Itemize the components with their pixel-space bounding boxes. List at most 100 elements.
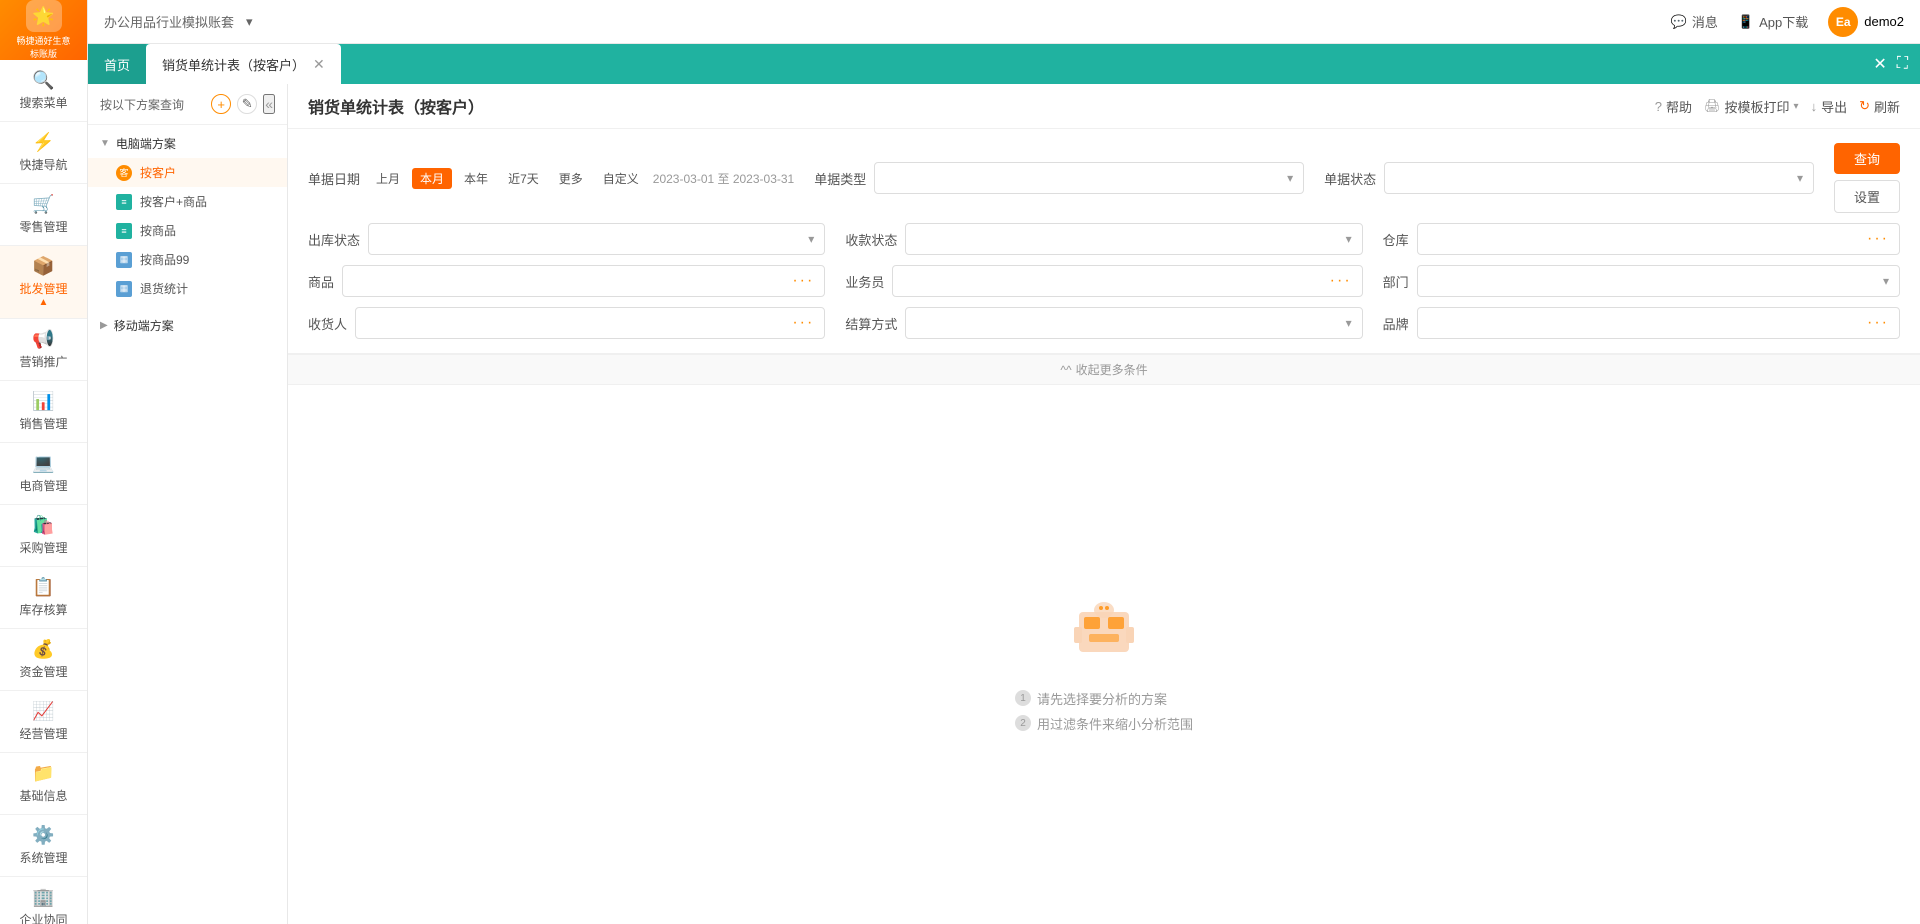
template-print-label: 按模板打印 [1725,97,1790,116]
collapse-text: 收起更多条件 [1076,361,1148,378]
help-btn[interactable]: ? 帮助 [1655,97,1692,116]
sidebar-item-search[interactable]: 🔍 搜索菜单 [0,60,88,122]
app-name: 畅捷通好生意 [16,34,70,47]
sidebar-item-base[interactable]: 📁 基础信息 [0,753,88,815]
scheme-item-by-customer[interactable]: 客 按客户 [88,158,287,187]
scheme-item-by-product-99[interactable]: ▦ 按商品99 [88,245,287,274]
brand-control[interactable]: ··· [1417,307,1900,339]
page-actions: ? 帮助 🖨 按模板打印 ▾ ↓ 导出 ↻ 刷新 [1655,97,1900,116]
out-status-field: 出库状态 ▾ [308,223,825,255]
scheme-item-by-product[interactable]: ≡ 按商品 [88,216,287,245]
receipt-status-control[interactable]: ▾ [905,223,1362,255]
logo-icon: 🌟 [26,0,62,32]
wholesale-arrow: ▲ [39,297,49,308]
sales-icon: 📊 [32,391,54,412]
scheme-add-btn[interactable]: + [211,94,231,114]
date-tab-this-year[interactable]: 本年 [456,168,496,189]
settlement-field: 结算方式 ▾ [845,307,1362,339]
sidebar-item-ecom[interactable]: 💻 电商管理 [0,443,88,505]
order-type-control[interactable]: ▾ [874,162,1304,194]
empty-tip-1: 1 请先选择要分析的方案 [1015,689,1193,708]
sidebar-label-purchase: 采购管理 [19,539,67,556]
message-btn[interactable]: 💬 消息 [1671,12,1718,31]
app-download-label: App下载 [1759,12,1808,31]
dept-control[interactable]: ▾ [1417,265,1900,297]
settlement-label: 结算方式 [845,314,897,333]
warehouse-field: 仓库 ··· [1383,223,1900,255]
tab-home[interactable]: 首页 [88,44,146,84]
refresh-btn[interactable]: ↻ 刷新 [1859,97,1900,116]
sidebar-item-system[interactable]: ⚙️ 系统管理 [0,815,88,877]
brand-dots: ··· [1867,314,1889,332]
scheme-panel-header: 按以下方案查询 + ✎ « [88,84,287,125]
out-status-label: 出库状态 [308,230,360,249]
filter-row-1: 单据日期 上月 本月 本年 近7天 更多 自定义 2023-03-01 至 20… [308,143,1900,213]
quick-icon: ⚡ [32,132,54,153]
tab-sales-stats[interactable]: 销货单统计表（按客户） ✕ [146,44,341,84]
out-status-control[interactable]: ▾ [368,223,825,255]
sidebar-item-retail[interactable]: 🛒 零售管理 [0,184,88,246]
page-title: 销货单统计表（按客户） [308,94,484,118]
user-avatar: Ea [1828,7,1858,37]
collapse-label: ^^ 收起更多条件 [1060,361,1147,378]
scheme-edit-btn[interactable]: ✎ [237,94,257,114]
sidebar-item-inventory[interactable]: 📋 库存核算 [0,567,88,629]
scheme-item-by-customer-product[interactable]: ≡ 按客户+商品 [88,187,287,216]
by-customer-label: 按客户 [140,164,176,181]
print-icon: 🖨 [1704,98,1721,114]
scheme-item-by-return[interactable]: ▦ 退货统计 [88,274,287,303]
sidebar-item-enterprise[interactable]: 🏢 企业协同 [0,877,88,924]
filter-section: 单据日期 上月 本月 本年 近7天 更多 自定义 2023-03-01 至 20… [288,129,1920,354]
message-label: 消息 [1692,12,1718,31]
user-menu[interactable]: Ea demo2 [1828,7,1904,37]
salesman-control[interactable]: ··· [892,265,1362,297]
date-tab-custom[interactable]: 自定义 [595,168,647,189]
date-tab-7days[interactable]: 近7天 [500,168,547,189]
tab-close-window-btn[interactable]: ✕ [1873,54,1886,74]
scheme-collapse-btn[interactable]: « [263,94,275,114]
export-label: 导出 [1821,97,1847,116]
sidebar-item-purchase[interactable]: 🛍️ 采购管理 [0,505,88,567]
date-tab-more[interactable]: 更多 [551,168,591,189]
tab-close-btn[interactable]: ✕ [313,56,325,73]
by-customer-product-icon: ≡ [116,194,132,210]
warehouse-label: 仓库 [1383,230,1409,249]
product-control[interactable]: ··· [342,265,825,297]
sidebar-item-marketing[interactable]: 📢 营销推广 [0,319,88,381]
sidebar-item-quick[interactable]: ⚡ 快捷导航 [0,122,88,184]
order-status-control[interactable]: ▾ [1384,162,1814,194]
recipient-control[interactable]: ··· [355,307,825,339]
receipt-status-field: 收款状态 ▾ [845,223,1362,255]
by-product-icon: ≡ [116,223,132,239]
scheme-group-title-desktop[interactable]: ▼ 电脑端方案 [88,129,287,158]
settlement-control[interactable]: ▾ [905,307,1362,339]
app-download-btn[interactable]: 📱 App下载 [1738,12,1808,31]
top-nav-left: 办公用品行业模拟账套 ▾ [104,12,253,31]
tab-maximize-btn[interactable]: ⛶ [1897,55,1908,73]
warehouse-control[interactable]: ··· [1417,223,1900,255]
collapse-bar[interactable]: ^^ 收起更多条件 [288,354,1920,385]
sidebar-label-operations: 经营管理 [19,725,67,742]
tip-1-text: 请先选择要分析的方案 [1037,689,1167,708]
template-print-btn[interactable]: 🖨 按模板打印 ▾ [1704,97,1799,116]
date-tab-last-month[interactable]: 上月 [368,168,408,189]
tip-2-text: 用过滤条件来缩小分析范围 [1037,714,1193,733]
sidebar-item-finance[interactable]: 💰 资金管理 [0,629,88,691]
date-tab-this-month[interactable]: 本月 [412,168,452,189]
ecom-icon: 💻 [32,453,54,474]
scheme-group-title-mobile[interactable]: ▶ 移动端方案 [88,311,287,340]
sidebar: 🌟 畅捷通好生意 标账版 🔍 搜索菜单 ⚡ 快捷导航 🛒 零售管理 📦 批发管理… [0,0,88,924]
sidebar-item-wholesale[interactable]: 📦 批发管理 ▲ [0,246,88,319]
date-label: 单据日期 [308,169,360,188]
sidebar-label-search: 搜索菜单 [19,94,67,111]
query-btn[interactable]: 查询 [1834,143,1900,174]
sidebar-label-marketing: 营销推广 [19,353,67,370]
sidebar-label-wholesale: 批发管理 [19,280,67,297]
sidebar-item-operations[interactable]: 📈 经营管理 [0,691,88,753]
product-label: 商品 [308,272,334,291]
setting-btn[interactable]: 设置 [1834,180,1900,213]
breadcrumb-dropdown[interactable]: ▾ [246,14,253,30]
finance-icon: 💰 [32,639,54,660]
export-btn[interactable]: ↓ 导出 [1811,97,1848,116]
sidebar-item-sales[interactable]: 📊 销售管理 [0,381,88,443]
